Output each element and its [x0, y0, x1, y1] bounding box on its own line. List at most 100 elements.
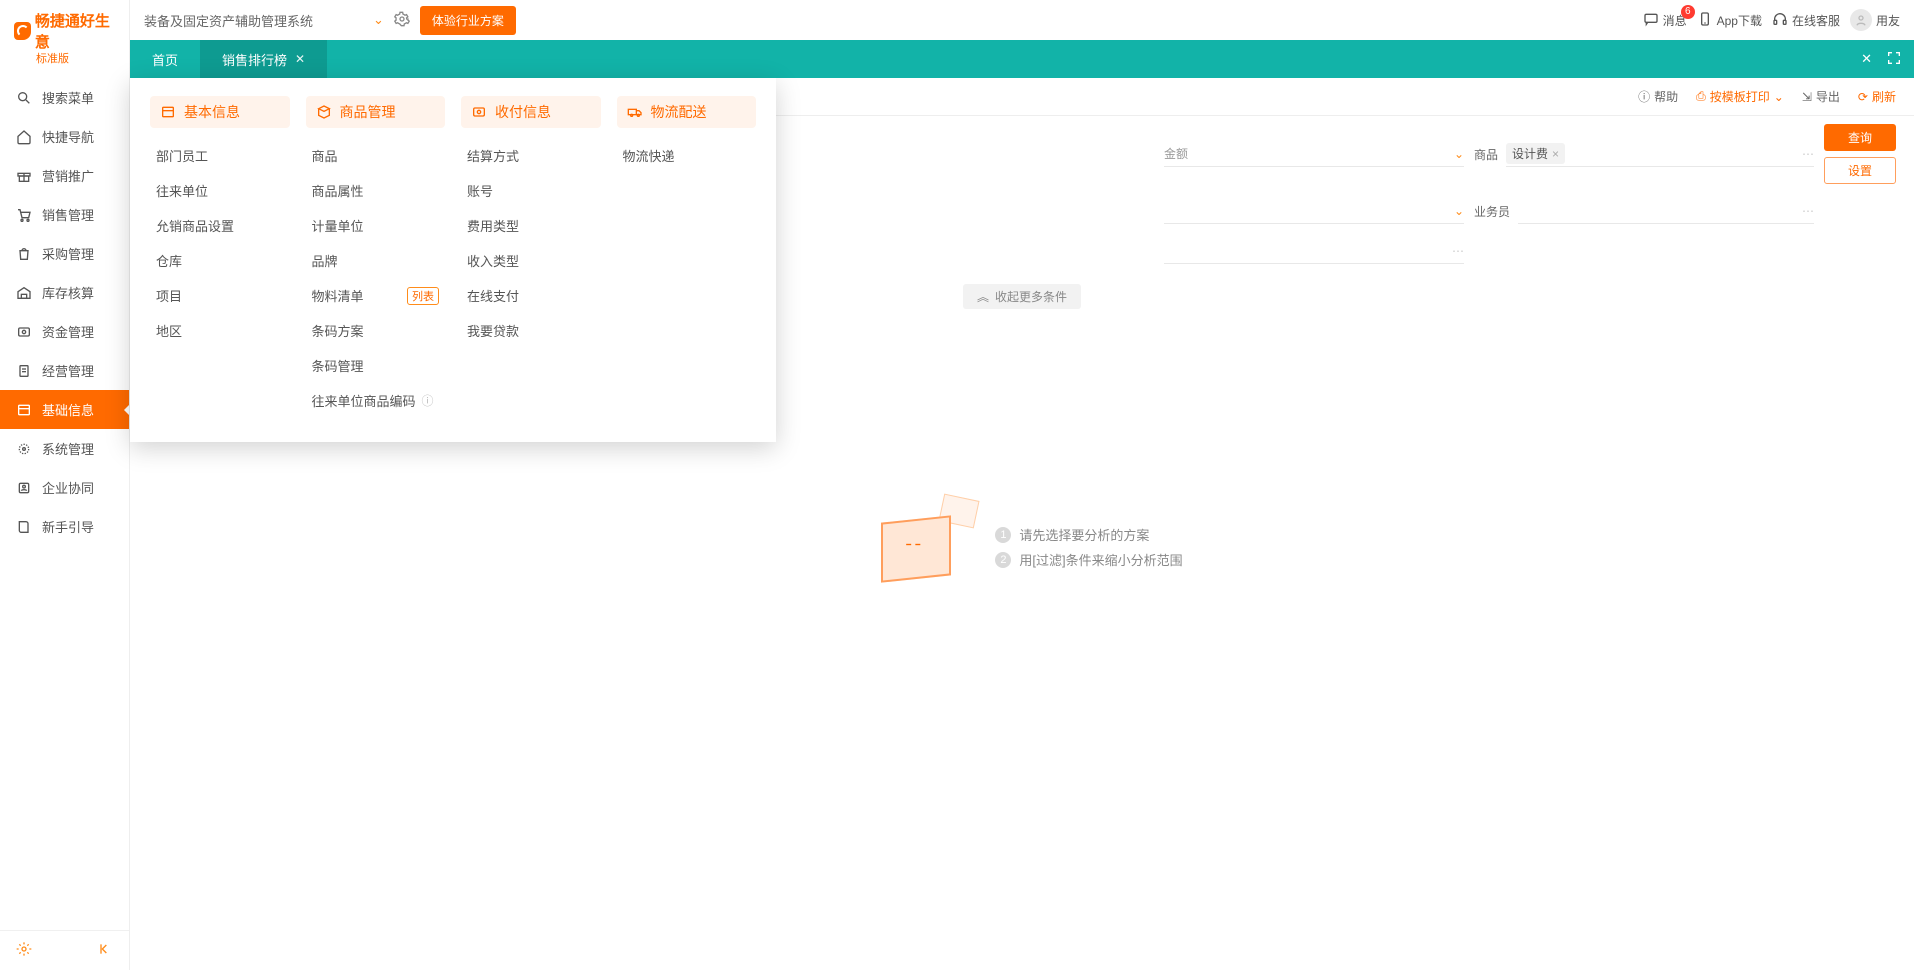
mega-item[interactable]: 条码管理 [306, 348, 446, 383]
mega-item[interactable]: 往来单位商品编码ⓘ [306, 383, 446, 418]
service-link[interactable]: 在线客服 [1772, 11, 1840, 30]
mega-item[interactable]: 账号 [461, 173, 601, 208]
mega-item-label: 品牌 [312, 251, 338, 270]
phone-icon [1697, 11, 1713, 30]
close-icon[interactable]: ✕ [295, 52, 305, 66]
mega-item[interactable]: 收入类型 [461, 243, 601, 278]
mega-item[interactable]: 往来单位 [150, 173, 290, 208]
tabs: 首页 销售排行榜 ✕ ✕ [130, 40, 1914, 78]
mega-item[interactable]: 商品 [306, 138, 446, 173]
gear-icon[interactable] [394, 11, 410, 30]
filter-select-2[interactable]: ⌄ [1164, 198, 1464, 224]
sidebar-item-label: 资金管理 [42, 322, 94, 341]
more-icon[interactable]: ⋯ [1802, 147, 1814, 161]
mega-item[interactable]: 费用类型 [461, 208, 601, 243]
chevron-down-icon: ⌄ [1454, 204, 1464, 218]
chevron-down-icon: ⌄ [1774, 90, 1784, 104]
query-button[interactable]: 查询 [1824, 124, 1896, 151]
industry-button[interactable]: 体验行业方案 [420, 6, 516, 35]
sidebar-item-marketing[interactable]: 营销推广 [0, 156, 129, 195]
mega-item-label: 仓库 [156, 251, 182, 270]
mega-item-label: 部门员工 [156, 146, 208, 165]
setting-button[interactable]: 设置 [1824, 157, 1896, 184]
user-menu[interactable]: 用友 [1850, 9, 1900, 31]
mega-item-label: 商品 [312, 146, 338, 165]
tab-sales-ranking[interactable]: 销售排行榜 ✕ [200, 40, 327, 78]
sidebar-item-purchase[interactable]: 采购管理 [0, 234, 129, 273]
message-badge: 6 [1681, 5, 1695, 19]
sidebar-item-label: 经营管理 [42, 361, 94, 380]
fullscreen-icon[interactable] [1886, 50, 1902, 69]
download-link[interactable]: App下载 [1697, 11, 1762, 30]
collapse-icon[interactable] [97, 941, 113, 960]
sidebar-item-quicknav[interactable]: 快捷导航 [0, 117, 129, 156]
refresh-button[interactable]: ⟳刷新 [1858, 88, 1896, 105]
tab-close-all-icon[interactable]: ✕ [1861, 51, 1872, 67]
team-icon [16, 480, 32, 496]
sidebar-item-label: 系统管理 [42, 439, 94, 458]
sidebar-item-label: 库存核算 [42, 283, 94, 302]
home-icon [16, 129, 32, 145]
help-icon: ⓘ [422, 392, 434, 409]
tool-label: 导出 [1816, 88, 1840, 105]
help-button[interactable]: ⓘ帮助 [1638, 88, 1678, 105]
tab-label: 销售排行榜 [222, 50, 287, 69]
mega-head-title: 基本信息 [184, 102, 240, 122]
filter-select-3[interactable]: ⋯ [1164, 238, 1464, 264]
agent-input[interactable]: ⋯ [1518, 198, 1814, 224]
logo: 畅捷通好生意 标准版 [0, 0, 129, 72]
mega-item[interactable]: 商品属性 [306, 173, 446, 208]
sidebar-item-sales[interactable]: 销售管理 [0, 195, 129, 234]
message-link[interactable]: 消息 6 [1643, 11, 1687, 30]
mega-item[interactable]: 我要贷款 [461, 313, 601, 348]
sidebar-item-basicinfo[interactable]: 基础信息 [0, 390, 129, 429]
sidebar-item-label: 销售管理 [42, 205, 94, 224]
step-text: 用[过滤]条件来缩小分析范围 [1019, 550, 1182, 569]
service-label: 在线客服 [1792, 12, 1840, 29]
sidebar-item-search[interactable]: 搜索菜单 [0, 78, 129, 117]
sidebar-item-system[interactable]: 系统管理 [0, 429, 129, 468]
mega-item-label: 地区 [156, 321, 182, 340]
mega-item[interactable]: 结算方式 [461, 138, 601, 173]
mega-item-label: 我要贷款 [467, 321, 519, 340]
tag-remove-icon[interactable]: × [1552, 147, 1559, 161]
mega-item[interactable]: 仓库 [150, 243, 290, 278]
sidebar-item-inventory[interactable]: 库存核算 [0, 273, 129, 312]
export-button[interactable]: ⇲导出 [1802, 88, 1840, 105]
mega-column-header: 物流配送 [617, 96, 757, 128]
more-icon[interactable]: ⋯ [1802, 204, 1814, 218]
mega-item-label: 条码管理 [312, 356, 364, 375]
mega-item-label: 条码方案 [312, 321, 364, 340]
more-icon[interactable]: ⋯ [1452, 244, 1464, 258]
mega-item[interactable]: 允销商品设置 [150, 208, 290, 243]
mega-item[interactable]: 物料清单列表 [306, 278, 446, 313]
sidebar-item-guide[interactable]: 新手引导 [0, 507, 129, 546]
mega-column-header: 基本信息 [150, 96, 290, 128]
side-menu: 搜索菜单 快捷导航 营销推广 销售管理 采购管理 库存核算 资金管理 经营管理 [0, 72, 129, 930]
mega-item[interactable]: 部门员工 [150, 138, 290, 173]
sidebar-item-funds[interactable]: 资金管理 [0, 312, 129, 351]
mega-item[interactable]: 地区 [150, 313, 290, 348]
print-button[interactable]: ⎙按模板打印⌄ [1696, 88, 1784, 105]
tab-home[interactable]: 首页 [130, 40, 200, 78]
product-input[interactable]: 设计费× ⋯ [1506, 141, 1814, 167]
cart-icon [16, 207, 32, 223]
mega-item-label: 收入类型 [467, 251, 519, 270]
mega-item[interactable]: 在线支付 [461, 278, 601, 313]
mega-item[interactable]: 项目 [150, 278, 290, 313]
mega-item-label: 物流快递 [623, 146, 675, 165]
logo-title: 畅捷通好生意 [35, 10, 119, 52]
mega-item[interactable]: 物流快递 [617, 138, 757, 173]
system-select[interactable]: 装备及固定资产辅助管理系统 ⌄ [144, 11, 384, 30]
mega-item[interactable]: 条码方案 [306, 313, 446, 348]
gear-icon[interactable] [16, 941, 32, 960]
sidebar-item-business[interactable]: 经营管理 [0, 351, 129, 390]
mega-item[interactable]: 计量单位 [306, 208, 446, 243]
amount-select[interactable]: 金额⌄ [1164, 141, 1464, 167]
mega-item[interactable]: 品牌 [306, 243, 446, 278]
collapse-button[interactable]: ︽ 收起更多条件 [963, 284, 1081, 309]
mega-item-label: 计量单位 [312, 216, 364, 235]
sidebar-item-label: 新手引导 [42, 517, 94, 536]
sidebar-item-coop[interactable]: 企业协同 [0, 468, 129, 507]
mega-item-label: 账号 [467, 181, 493, 200]
